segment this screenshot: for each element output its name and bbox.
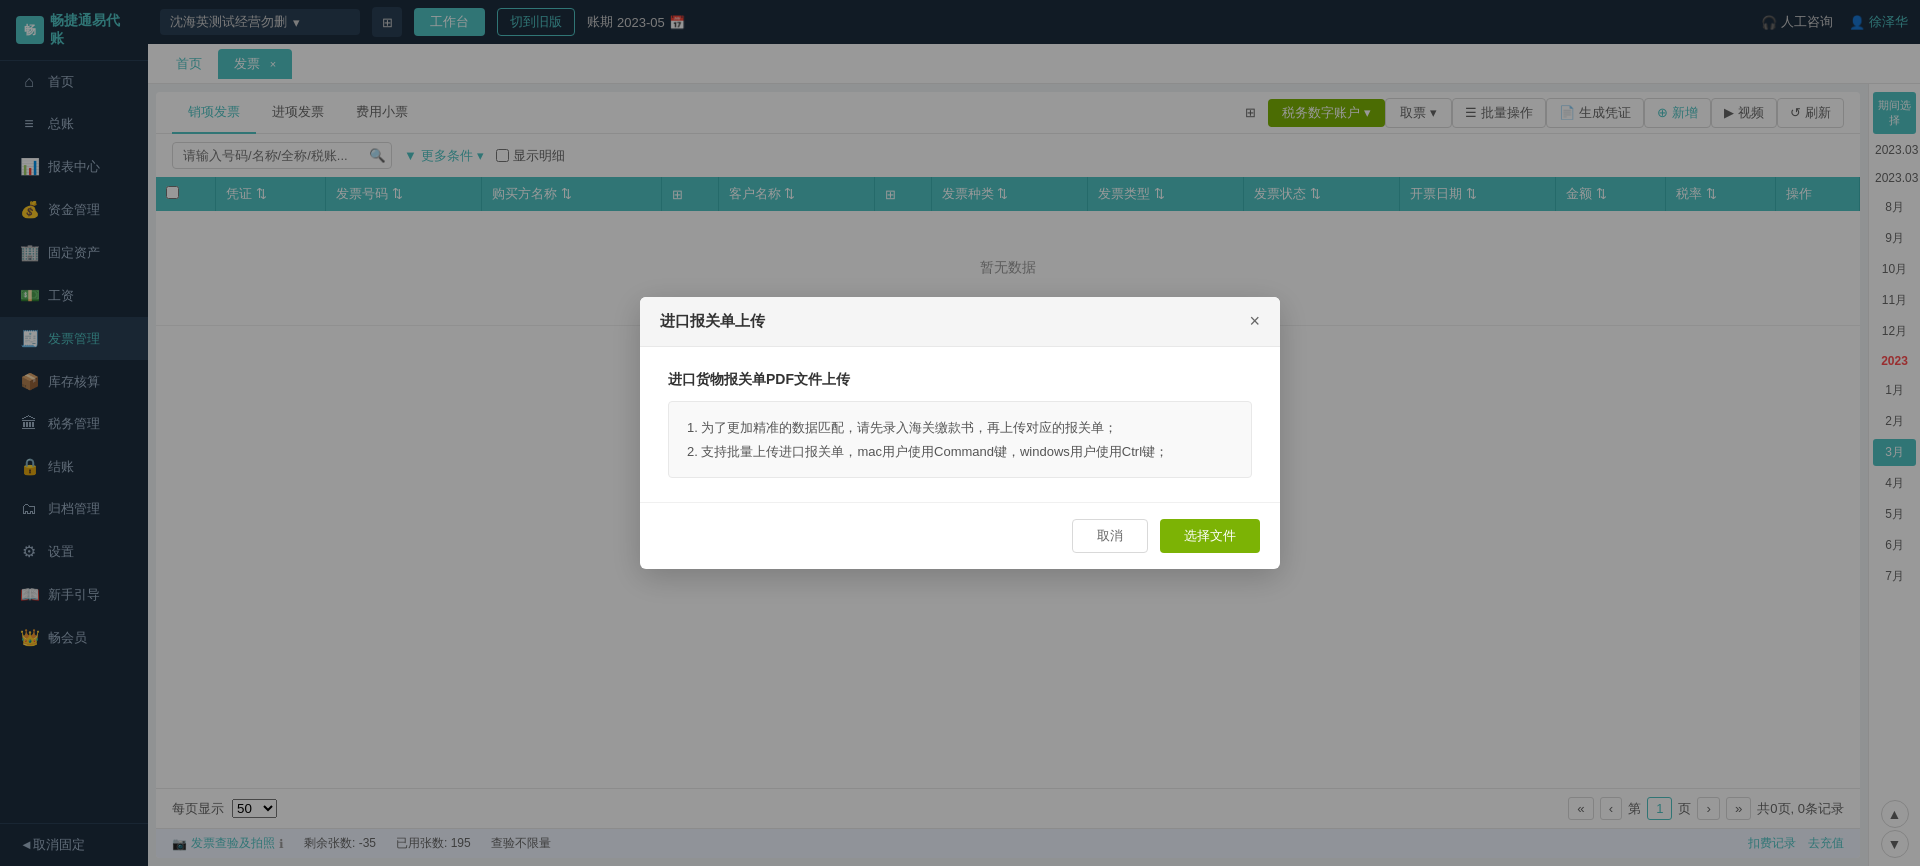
import-modal: 进口报关单上传 × 进口货物报关单PDF文件上传 1. 为了更加精准的数据匹配，…: [640, 297, 1280, 569]
modal-title: 进口报关单上传: [660, 312, 765, 331]
modal-info-line1: 1. 为了更加精准的数据匹配，请先录入海关缴款书，再上传对应的报关单；: [687, 416, 1233, 439]
modal-body: 进口货物报关单PDF文件上传 1. 为了更加精准的数据匹配，请先录入海关缴款书，…: [640, 347, 1280, 502]
modal-header: 进口报关单上传 ×: [640, 297, 1280, 347]
modal-cancel-btn[interactable]: 取消: [1072, 519, 1148, 553]
modal-overlay: 进口报关单上传 × 进口货物报关单PDF文件上传 1. 为了更加精准的数据匹配，…: [0, 0, 1920, 866]
modal-close-btn[interactable]: ×: [1249, 311, 1260, 332]
modal-info-box: 1. 为了更加精准的数据匹配，请先录入海关缴款书，再上传对应的报关单； 2. 支…: [668, 401, 1252, 478]
modal-section-title: 进口货物报关单PDF文件上传: [668, 371, 1252, 389]
modal-info-line2: 2. 支持批量上传进口报关单，mac用户使用Command键，windows用户…: [687, 440, 1233, 463]
modal-select-file-btn[interactable]: 选择文件: [1160, 519, 1260, 553]
modal-footer: 取消 选择文件: [640, 502, 1280, 569]
